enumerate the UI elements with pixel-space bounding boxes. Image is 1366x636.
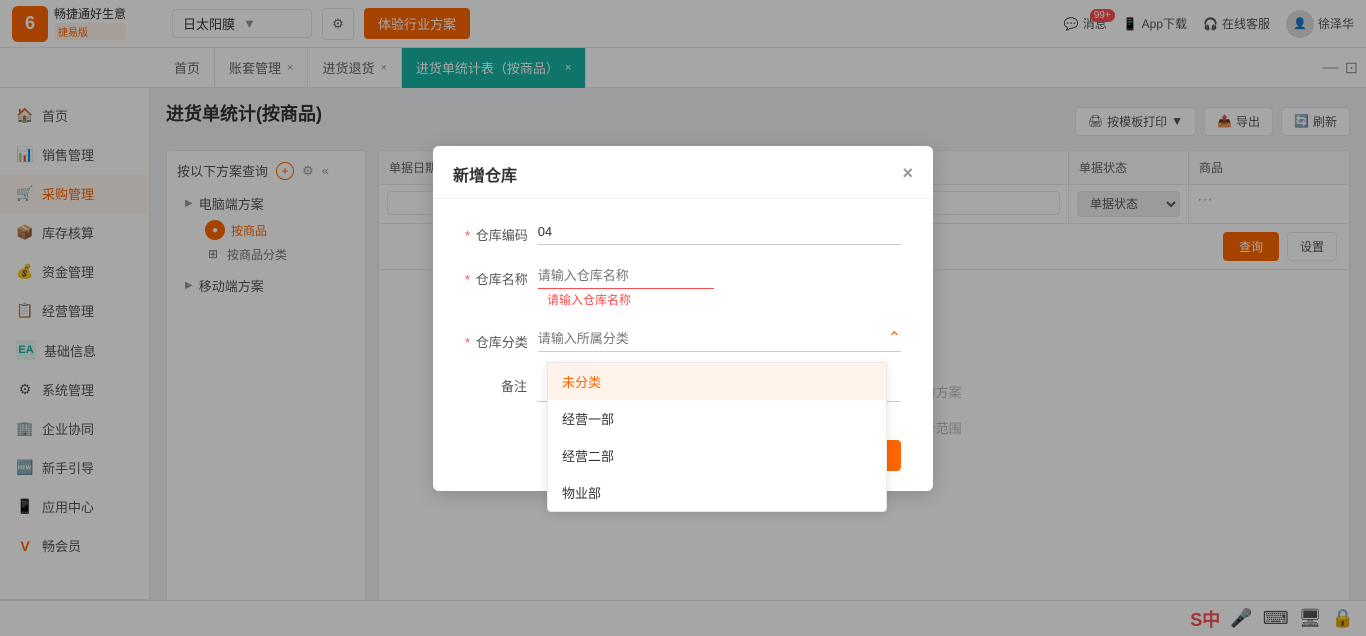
modal-overlay: 新增仓库 × * 仓库编码 * 仓库名称	[0, 0, 1366, 636]
form-row-name: * 仓库名称 请输入仓库名称	[465, 263, 901, 308]
modal-title: 新增仓库	[453, 162, 517, 186]
required-star-name: *	[465, 272, 470, 287]
dropdown-item-op1[interactable]: 经营一部	[548, 400, 886, 437]
name-input-wrapper	[538, 263, 901, 289]
dropdown-item-op2[interactable]: 经营二部	[548, 437, 886, 474]
note-label: 备注	[465, 370, 537, 395]
category-dropdown-list: 未分类 经营一部 经营二部 物业部	[547, 362, 887, 512]
warehouse-code-input[interactable]	[538, 219, 901, 245]
modal-body: * 仓库编码 * 仓库名称 请输入仓库名称	[433, 199, 933, 430]
required-star: *	[465, 228, 470, 243]
name-error-msg: 请输入仓库名称	[547, 293, 631, 307]
category-input[interactable]	[538, 326, 888, 351]
category-input-row: ⌃	[538, 326, 901, 352]
dropdown-item-unclassified[interactable]: 未分类	[548, 363, 886, 400]
form-row-code: * 仓库编码	[465, 219, 901, 245]
dropdown-item-op3[interactable]: 物业部	[548, 474, 886, 511]
name-error-area: 请输入仓库名称	[465, 291, 631, 308]
modal-header: 新增仓库 ×	[433, 146, 933, 199]
modal-add-warehouse: 新增仓库 × * 仓库编码 * 仓库名称	[433, 146, 933, 491]
category-label: * 仓库分类	[465, 326, 538, 351]
dropdown-toggle-icon[interactable]: ⌃	[888, 328, 901, 348]
form-row-category: * 仓库分类 ⌃ 未分类 经营一部 经营二部 物业部	[465, 326, 901, 352]
code-label: * 仓库编码	[465, 219, 538, 244]
warehouse-name-input[interactable]	[538, 263, 714, 289]
modal-close-btn[interactable]: ×	[902, 163, 913, 184]
name-label: * 仓库名称	[465, 263, 538, 288]
required-star-cat: *	[465, 335, 470, 350]
